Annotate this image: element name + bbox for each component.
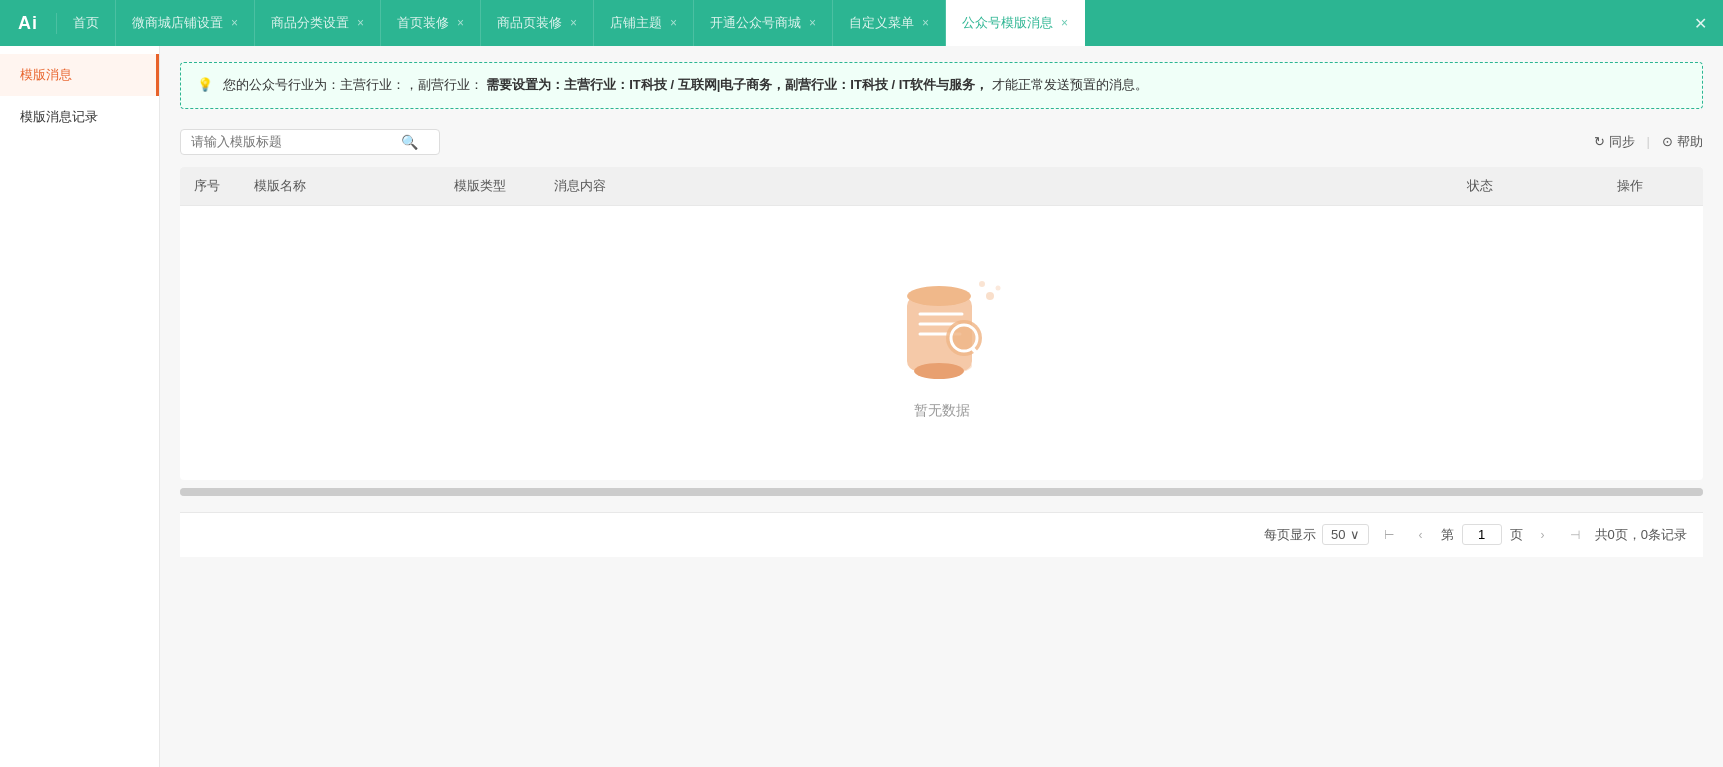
nav-item-theme[interactable]: 店铺主题 × (594, 0, 694, 46)
nav-close-mall[interactable]: × (809, 16, 816, 30)
chevron-down-icon: ∨ (1350, 527, 1360, 542)
nav-label-home-decor: 首页装修 (397, 14, 449, 32)
search-bar: 🔍 ↻ 同步 | ⊙ 帮助 (180, 129, 1703, 155)
empty-text: 暂无数据 (200, 402, 1683, 420)
content-area: 💡 您的公众号行业为：主营行业：，副营行业： 需要设置为：主营行业：IT科技 /… (160, 46, 1723, 767)
help-button[interactable]: ⊙ 帮助 (1662, 133, 1703, 151)
sync-icon: ↻ (1594, 134, 1605, 149)
toolbar-divider: | (1647, 134, 1650, 149)
sidebar-item-template-msg[interactable]: 模版消息 (0, 54, 159, 96)
page-unit: 页 (1510, 526, 1523, 544)
page-label: 第 (1441, 526, 1454, 544)
svg-point-3 (914, 363, 964, 379)
empty-state: 暂无数据 (180, 206, 1703, 480)
top-nav: Ai 首页 微商城店铺设置 × 商品分类设置 × 首页装修 × 商品页装修 × … (0, 0, 1723, 46)
nav-close-menu[interactable]: × (922, 16, 929, 30)
svg-point-12 (979, 281, 985, 287)
search-input[interactable] (191, 134, 401, 149)
search-input-wrap: 🔍 (180, 129, 440, 155)
close-all-button[interactable]: ✕ (1678, 14, 1723, 33)
notice-suffix: 才能正常发送预置的消息。 (992, 77, 1148, 92)
sidebar: 模版消息 模版消息记录 (0, 46, 160, 767)
nav-label-theme: 店铺主题 (610, 14, 662, 32)
help-label: 帮助 (1677, 133, 1703, 151)
table-header-row: 序号 模版名称 模版类型 消息内容 状态 操作 (180, 167, 1703, 206)
sidebar-item-template-record[interactable]: 模版消息记录 (0, 96, 159, 138)
nav-label-home: 首页 (73, 14, 99, 32)
prev-page-button[interactable]: ‹ (1409, 523, 1433, 547)
nav-item-template-msg[interactable]: 公众号模版消息 × (946, 0, 1085, 46)
nav-close-category[interactable]: × (357, 16, 364, 30)
nav-label-category: 商品分类设置 (271, 14, 349, 32)
nav-close-theme[interactable]: × (670, 16, 677, 30)
sync-button[interactable]: ↻ 同步 (1594, 133, 1635, 151)
total-label: 共0页，0条记录 (1595, 526, 1687, 544)
nav-item-mall[interactable]: 开通公众号商城 × (694, 0, 833, 46)
nav-item-home-decor[interactable]: 首页装修 × (381, 0, 481, 46)
sync-label: 同步 (1609, 133, 1635, 151)
nav-label-product-decor: 商品页装修 (497, 14, 562, 32)
first-page-button[interactable]: ⊢ (1377, 523, 1401, 547)
notice-icon: 💡 (197, 77, 213, 92)
svg-point-2 (907, 286, 971, 306)
scrollbar-thumb (180, 488, 1703, 496)
nav-close-shop-settings[interactable]: × (231, 16, 238, 30)
nav-close-template-msg[interactable]: × (1061, 16, 1068, 30)
col-header-action: 操作 (1603, 167, 1703, 206)
pagination: 每页显示 50 ∨ ⊢ ‹ 第 页 › ⊣ 共0页，0条记录 (180, 512, 1703, 557)
col-header-content: 消息内容 (540, 167, 1453, 206)
nav-close-product-decor[interactable]: × (570, 16, 577, 30)
notice-box: 💡 您的公众号行业为：主营行业：，副营行业： 需要设置为：主营行业：IT科技 /… (180, 62, 1703, 109)
nav-label-shop-settings: 微商城店铺设置 (132, 14, 223, 32)
nav-close-home-decor[interactable]: × (457, 16, 464, 30)
search-icon[interactable]: 🔍 (401, 134, 418, 150)
nav-item-menu[interactable]: 自定义菜单 × (833, 0, 946, 46)
nav-item-category[interactable]: 商品分类设置 × (255, 0, 381, 46)
page-size-select: 每页显示 50 ∨ (1264, 524, 1368, 545)
app-logo: Ai (0, 13, 57, 34)
col-header-index: 序号 (180, 167, 240, 206)
nav-item-product-decor[interactable]: 商品页装修 × (481, 0, 594, 46)
svg-point-10 (986, 292, 994, 300)
main-layout: 模版消息 模版消息记录 💡 您的公众号行业为：主营行业：，副营行业： 需要设置为… (0, 46, 1723, 767)
nav-label-mall: 开通公众号商城 (710, 14, 801, 32)
col-header-type: 模版类型 (440, 167, 540, 206)
nav-label-template-msg: 公众号模版消息 (962, 14, 1053, 32)
nav-item-shop-settings[interactable]: 微商城店铺设置 × (116, 0, 255, 46)
data-table: 序号 模版名称 模版类型 消息内容 状态 操作 (180, 167, 1703, 480)
nav-label-menu: 自定义菜单 (849, 14, 914, 32)
notice-highlight: 需要设置为：主营行业：IT科技 / 互联网|电子商务，副营行业：IT科技 / I… (486, 77, 988, 92)
toolbar-right: ↻ 同步 | ⊙ 帮助 (1594, 133, 1703, 151)
svg-line-9 (973, 349, 982, 359)
nav-item-home[interactable]: 首页 (57, 0, 116, 46)
notice-prefix: 您的公众号行业为：主营行业：，副营行业： (223, 77, 483, 92)
col-header-status: 状态 (1453, 167, 1603, 206)
last-page-button[interactable]: ⊣ (1563, 523, 1587, 547)
col-header-name: 模版名称 (240, 167, 440, 206)
page-size-dropdown[interactable]: 50 ∨ (1322, 524, 1368, 545)
page-input[interactable] (1462, 524, 1502, 545)
help-icon: ⊙ (1662, 134, 1673, 149)
svg-point-11 (995, 285, 1000, 290)
page-size-value: 50 (1331, 527, 1345, 542)
empty-illustration (882, 266, 1002, 386)
horizontal-scrollbar[interactable] (180, 488, 1703, 496)
next-page-button[interactable]: › (1531, 523, 1555, 547)
page-size-label: 每页显示 (1264, 526, 1316, 544)
